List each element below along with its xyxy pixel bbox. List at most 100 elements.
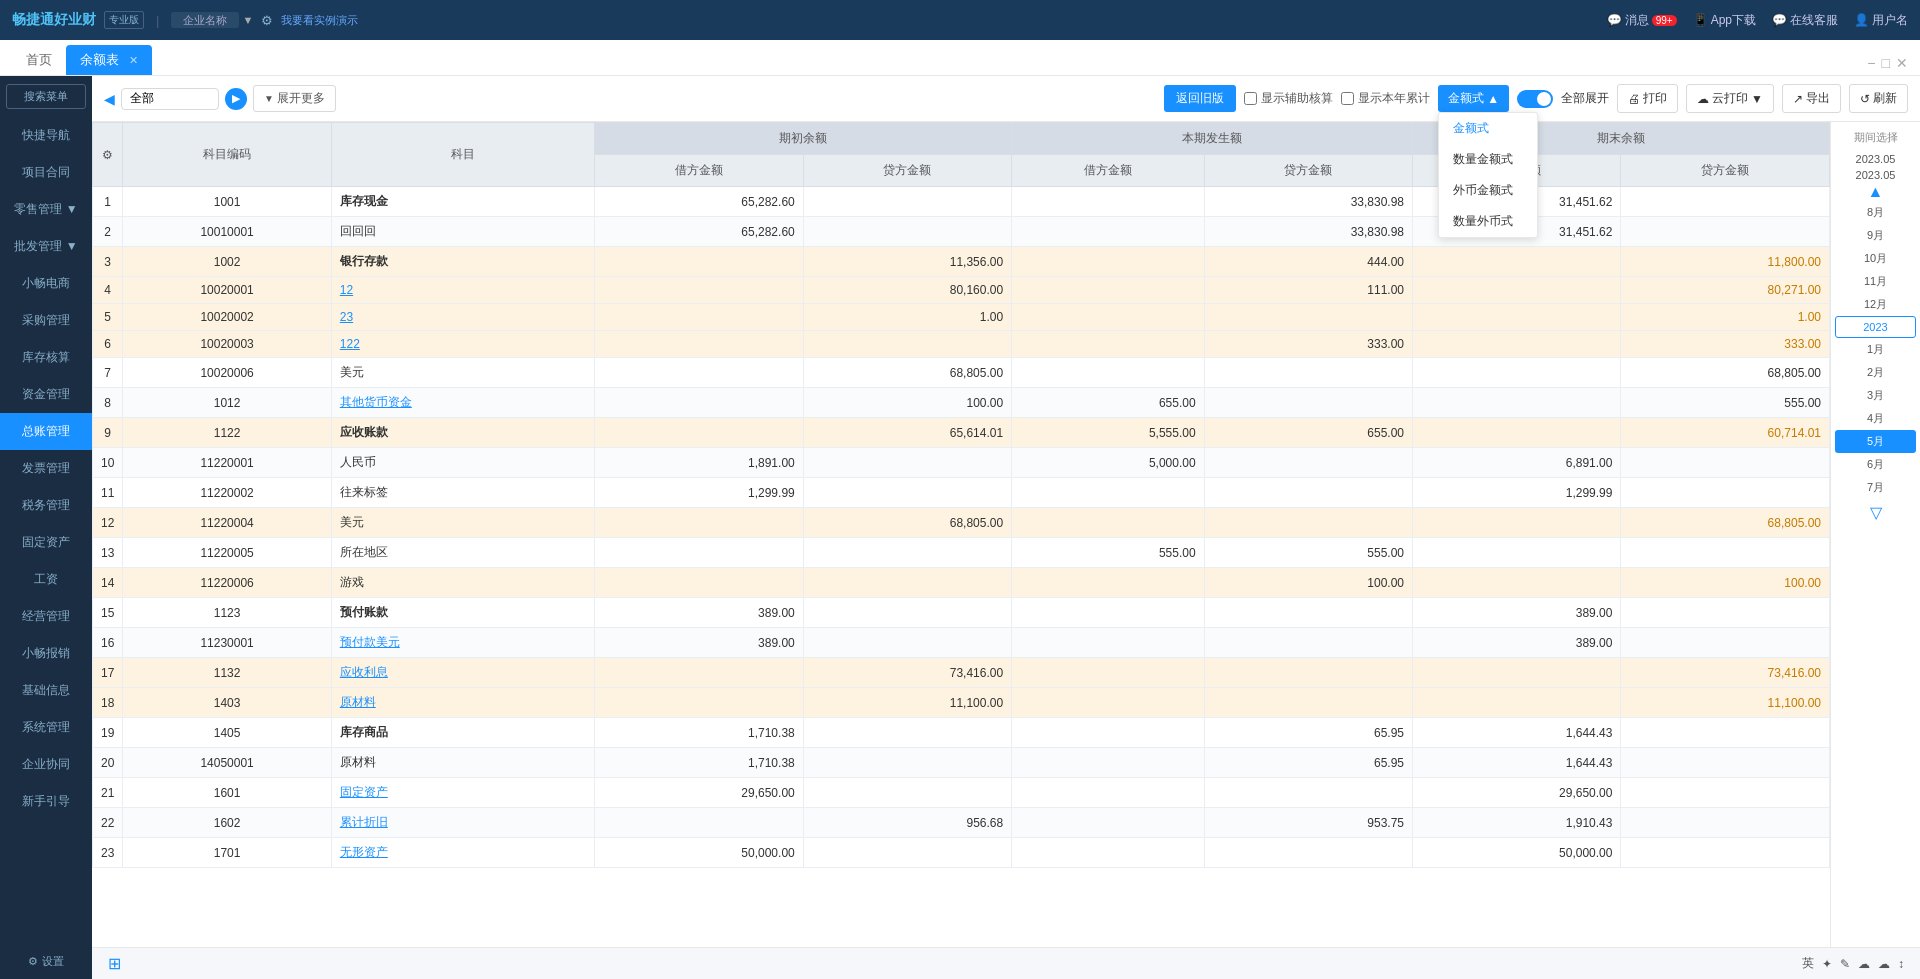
window-minimize-btn[interactable]: − bbox=[1867, 55, 1875, 71]
table-row[interactable]: 231701无形资产50,000.0050,000.00 bbox=[93, 838, 1830, 868]
window-close-btn[interactable]: ✕ bbox=[1896, 55, 1908, 71]
table-row[interactable]: 81012其他货币资金100.00655.00555.00 bbox=[93, 388, 1830, 418]
period-1[interactable]: 1月 bbox=[1835, 338, 1916, 361]
view-mode-foreign-amount[interactable]: 外币金额式 bbox=[1439, 175, 1537, 206]
period-11[interactable]: 11月 bbox=[1835, 270, 1916, 293]
table-row-name[interactable]: 应收账款 bbox=[331, 418, 595, 448]
table-row[interactable]: 1011220001人民币1,891.005,000.006,891.00 bbox=[93, 448, 1830, 478]
print-btn[interactable]: 🖨 打印 bbox=[1617, 84, 1678, 113]
period-6[interactable]: 6月 bbox=[1835, 453, 1916, 476]
table-row[interactable]: 210010001回回回65,282.6033,830.9831,451.62 bbox=[93, 217, 1830, 247]
table-row[interactable]: 31002银行存款11,356.00444.0011,800.00 bbox=[93, 247, 1830, 277]
table-row[interactable]: 221602累计折旧956.68953.751,910.43 bbox=[93, 808, 1830, 838]
table-row[interactable]: 171132应收利息73,416.0073,416.00 bbox=[93, 658, 1830, 688]
tab-home[interactable]: 首页 bbox=[12, 45, 66, 75]
sidebar-item-system[interactable]: 系统管理 bbox=[0, 709, 92, 746]
table-row[interactable]: 1111220002往来标签1,299.991,299.99 bbox=[93, 478, 1830, 508]
period-5[interactable]: 5月 bbox=[1835, 430, 1916, 453]
tab-balance[interactable]: 余额表 ✕ bbox=[66, 45, 152, 75]
table-row[interactable]: 151123预付账款389.00389.00 bbox=[93, 598, 1830, 628]
sidebar-item-business[interactable]: 经营管理 bbox=[0, 598, 92, 635]
cloud-sync-icon[interactable]: ☁ bbox=[1858, 957, 1870, 971]
sidebar-item-basic[interactable]: 基础信息 bbox=[0, 672, 92, 709]
left-arrow-icon[interactable]: ◀ bbox=[104, 91, 115, 107]
show-ytd-checkbox[interactable] bbox=[1341, 92, 1354, 105]
table-row-name[interactable]: 预付款美元 bbox=[331, 628, 595, 658]
period-down-arrow[interactable]: ▽ bbox=[1870, 503, 1882, 522]
period-9[interactable]: 9月 bbox=[1835, 224, 1916, 247]
refresh-btn[interactable]: ↺ 刷新 bbox=[1849, 84, 1908, 113]
table-row-name[interactable]: 应收利息 bbox=[331, 658, 595, 688]
sidebar-item-guide[interactable]: 新手引导 bbox=[0, 783, 92, 820]
view-mode-btn[interactable]: 金额式 ▲ bbox=[1438, 85, 1509, 112]
period-4[interactable]: 4月 bbox=[1835, 407, 1916, 430]
period-12[interactable]: 12月 bbox=[1835, 293, 1916, 316]
table-row[interactable]: 610020003122333.00333.00 bbox=[93, 331, 1830, 358]
sidebar-item-assets[interactable]: 固定资产 bbox=[0, 524, 92, 561]
nav-forward-btn[interactable]: ▶ bbox=[225, 88, 247, 110]
view-mode-dropdown[interactable]: 金额式 ▲ 金额式 数量金额式 外币金额式 数量外币式 bbox=[1438, 85, 1509, 112]
show-ytd-label[interactable]: 显示本年累计 bbox=[1341, 90, 1430, 107]
expand-icon[interactable]: ↕ bbox=[1898, 957, 1904, 971]
table-row[interactable]: 510020002231.001.00 bbox=[93, 304, 1830, 331]
table-row[interactable]: 1211220004美元68,805.0068,805.00 bbox=[93, 508, 1830, 538]
gear-icon[interactable]: ⚙ bbox=[261, 13, 273, 28]
expand-all-toggle[interactable] bbox=[1517, 90, 1553, 108]
table-row-name[interactable]: 库存商品 bbox=[331, 718, 595, 748]
table-row-name[interactable]: 原材料 bbox=[331, 688, 595, 718]
export-btn[interactable]: ↗ 导出 bbox=[1782, 84, 1841, 113]
tab-close-icon[interactable]: ✕ bbox=[129, 54, 138, 66]
star-icon[interactable]: ✦ bbox=[1822, 957, 1832, 971]
sidebar-item-wholesale[interactable]: 批发管理 ▼ bbox=[0, 228, 92, 265]
period-10[interactable]: 10月 bbox=[1835, 247, 1916, 270]
sidebar-item-invoice[interactable]: 发票管理 bbox=[0, 450, 92, 487]
table-row-name[interactable]: 122 bbox=[331, 331, 595, 358]
period-up-arrow[interactable]: ▲ bbox=[1868, 183, 1884, 201]
table-row-name[interactable]: 银行存款 bbox=[331, 247, 595, 277]
return-old-btn[interactable]: 返回旧版 bbox=[1164, 85, 1236, 112]
cloud-icon-2[interactable]: ☁ bbox=[1878, 957, 1890, 971]
period-2023[interactable]: 2023 bbox=[1835, 316, 1916, 338]
sidebar-settings-btn[interactable]: ⚙ 设置 bbox=[0, 944, 92, 979]
search-menu-btn[interactable]: 搜索菜单 bbox=[6, 84, 86, 109]
period-3[interactable]: 3月 bbox=[1835, 384, 1916, 407]
table-row[interactable]: 211601固定资产29,650.0029,650.00 bbox=[93, 778, 1830, 808]
app-download-btn[interactable]: 📱 App下载 bbox=[1693, 12, 1756, 29]
view-mode-amount[interactable]: 金额式 bbox=[1439, 113, 1537, 144]
table-row-name[interactable]: 库存现金 bbox=[331, 187, 595, 217]
table-row-name[interactable]: 固定资产 bbox=[331, 778, 595, 808]
period-2[interactable]: 2月 bbox=[1835, 361, 1916, 384]
sidebar-item-retail[interactable]: 零售管理 ▼ bbox=[0, 191, 92, 228]
show-assist-checkbox[interactable] bbox=[1244, 92, 1257, 105]
sidebar-item-finance[interactable]: 资金管理 bbox=[0, 376, 92, 413]
sidebar-item-purchase[interactable]: 采购管理 bbox=[0, 302, 92, 339]
sidebar-item-inventory[interactable]: 库存核算 bbox=[0, 339, 92, 376]
expand-btn[interactable]: ▼ 展开更多 bbox=[253, 85, 336, 112]
period-8[interactable]: 8月 bbox=[1835, 201, 1916, 224]
online-service-btn[interactable]: 💬 在线客服 bbox=[1772, 12, 1838, 29]
table-row-name[interactable]: 无形资产 bbox=[331, 838, 595, 868]
table-row[interactable]: 11001库存现金65,282.6033,830.9831,451.62 bbox=[93, 187, 1830, 217]
sidebar-item-tax[interactable]: 税务管理 bbox=[0, 487, 92, 524]
table-row-name[interactable]: 23 bbox=[331, 304, 595, 331]
table-row[interactable]: 1611230001预付款美元389.00389.00 bbox=[93, 628, 1830, 658]
input-box[interactable]: 企业名称 ▼ bbox=[171, 13, 253, 28]
period-7[interactable]: 7月 bbox=[1835, 476, 1916, 499]
sidebar-item-ecommerce[interactable]: 小畅电商 bbox=[0, 265, 92, 302]
cloud-print-btn[interactable]: ☁ 云打印 ▼ bbox=[1686, 84, 1774, 113]
table-row[interactable]: 91122应收账款65,614.015,555.00655.0060,714.0… bbox=[93, 418, 1830, 448]
demo-link[interactable]: 我要看实例演示 bbox=[281, 13, 358, 28]
message-btn[interactable]: 💬 消息 99+ bbox=[1607, 12, 1677, 29]
sidebar-item-quick-nav[interactable]: 快捷导航 bbox=[0, 117, 92, 154]
table-row-name[interactable]: 预付账款 bbox=[331, 598, 595, 628]
table-row-name[interactable]: 其他货币资金 bbox=[331, 388, 595, 418]
sidebar-item-accounting[interactable]: 总账管理 bbox=[0, 413, 92, 450]
table-row[interactable]: 4100200011280,160.00111.0080,271.00 bbox=[93, 277, 1830, 304]
edit-icon[interactable]: ✎ bbox=[1840, 957, 1850, 971]
table-row[interactable]: 2014050001原材料1,710.3865.951,644.43 bbox=[93, 748, 1830, 778]
table-row-name[interactable]: 累计折旧 bbox=[331, 808, 595, 838]
table-row[interactable]: 1411220006游戏100.00100.00 bbox=[93, 568, 1830, 598]
search-input[interactable] bbox=[130, 92, 210, 106]
sidebar-item-cooperation[interactable]: 企业协同 bbox=[0, 746, 92, 783]
user-avatar[interactable]: 👤 用户名 bbox=[1854, 12, 1908, 29]
